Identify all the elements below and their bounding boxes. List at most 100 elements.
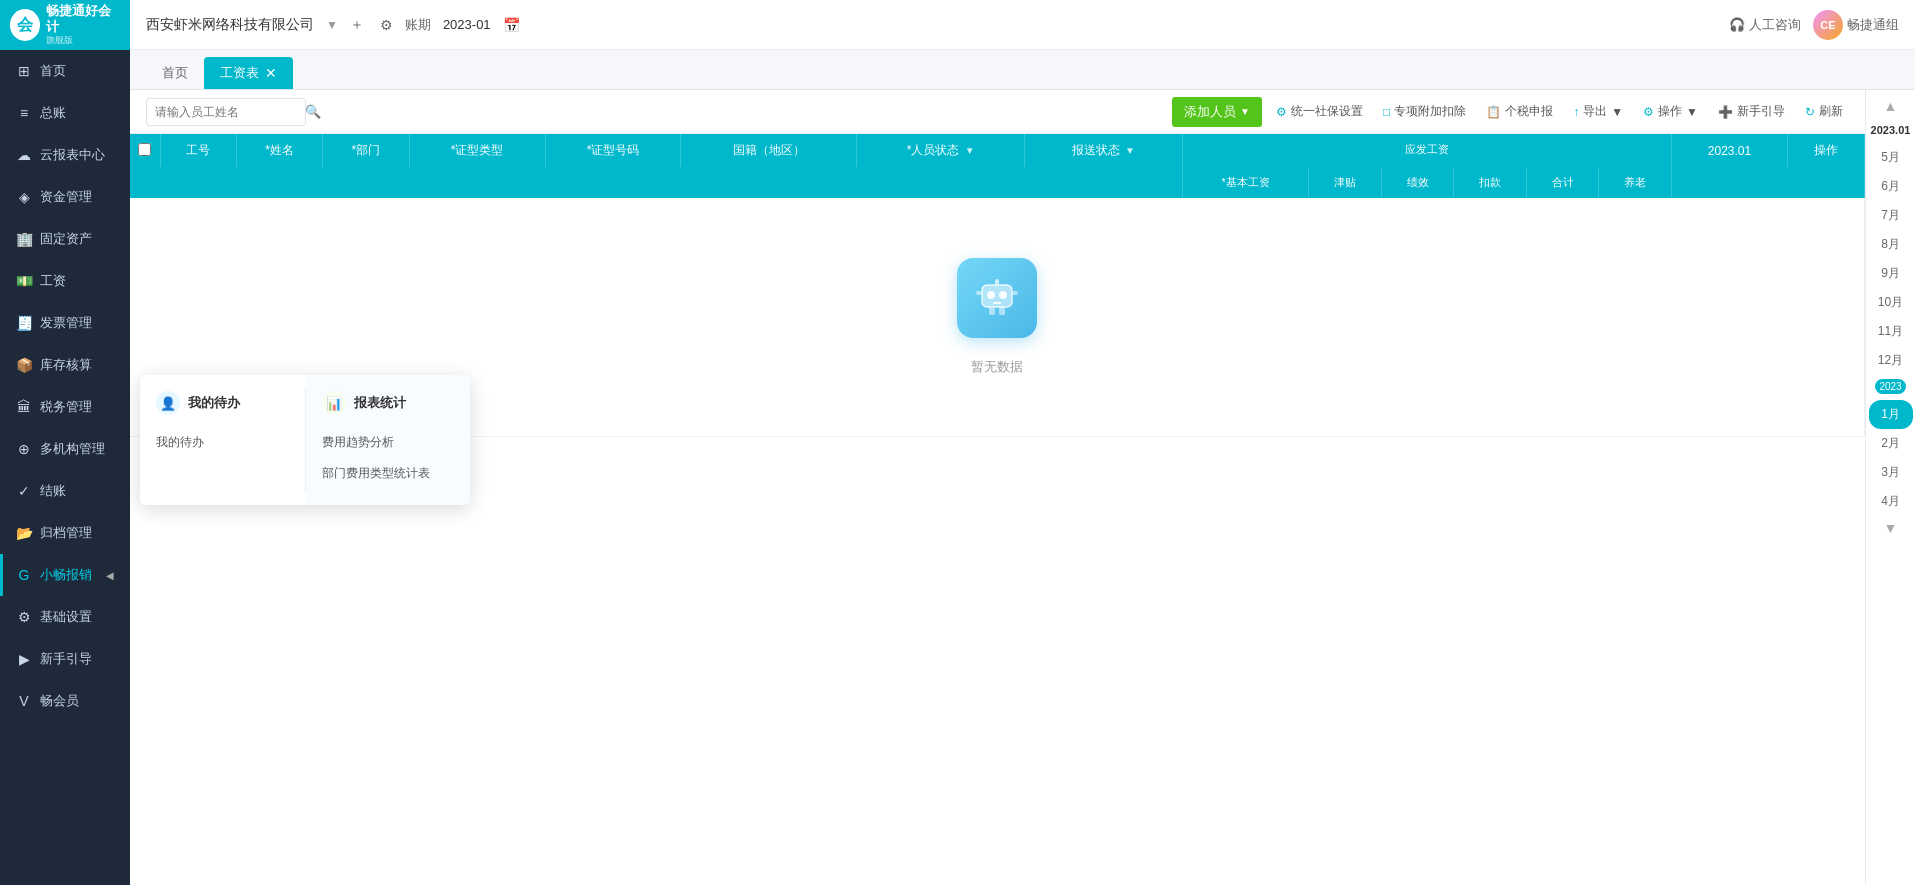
select-all-checkbox[interactable]	[138, 143, 151, 156]
month-7[interactable]: 7月	[1869, 201, 1913, 230]
multi-icon: ⊕	[16, 441, 32, 457]
headset-icon: 🎧	[1729, 17, 1745, 32]
sidebar-item-xiaochang[interactable]: G 小畅报销 ◀	[0, 554, 130, 596]
sidebar-item-salary[interactable]: 💵 工资	[0, 260, 130, 302]
popup-menu: 👤 我的待办 我的待办 📊 报表统计 费用趋势分析 部门费用类型统计表	[140, 375, 470, 505]
popup-item-trend[interactable]: 费用趋势分析	[322, 427, 455, 458]
sidebar-item-label: 归档管理	[40, 524, 92, 542]
status-filter-icon[interactable]: ▼	[965, 145, 975, 156]
th-id-no: *证型号码	[545, 134, 681, 167]
svg-rect-4	[995, 279, 999, 285]
operation-icon: ⚙	[1643, 105, 1654, 119]
social-security-btn[interactable]: ⚙ 统一社保设置	[1270, 97, 1369, 127]
social-security-icon: ⚙	[1276, 105, 1287, 119]
sidebar-item-assets[interactable]: 🏢 固定资产	[0, 218, 130, 260]
month-panel: ▲ 2023.01 5月 6月 7月 8月 9月 10月 11月 12月 202…	[1865, 90, 1915, 885]
sidebar-item-guide[interactable]: ▶ 新手引导	[0, 638, 130, 680]
user-name: 畅捷通组	[1847, 16, 1899, 34]
svg-point-1	[987, 291, 995, 299]
month-4[interactable]: 4月	[1869, 487, 1913, 516]
social-security-label: 统一社保设置	[1291, 103, 1363, 120]
th-dept: *部门	[323, 134, 409, 167]
newbie-guide-icon: ➕	[1718, 105, 1733, 119]
sidebar-item-archive[interactable]: 📂 归档管理	[0, 512, 130, 554]
th-deduct: 扣款	[1454, 167, 1526, 198]
report-filter-icon[interactable]: ▼	[1125, 145, 1135, 156]
search-input[interactable]	[155, 105, 305, 119]
period-value: 2023-01	[443, 17, 491, 32]
th-salary-group: 应发工资	[1182, 134, 1671, 167]
user-area[interactable]: CE 畅捷通组	[1813, 10, 1899, 40]
sidebar-item-label: 新手引导	[40, 650, 92, 668]
add-company-btn[interactable]: ＋	[346, 12, 368, 38]
sidebar-item-label: 结账	[40, 482, 66, 500]
month-8[interactable]: 8月	[1869, 230, 1913, 259]
tax-report-icon: 📋	[1486, 105, 1501, 119]
empty-illustration	[957, 258, 1037, 338]
tab-salary-label: 工资表	[220, 64, 259, 82]
popup-item-dept[interactable]: 部门费用类型统计表	[322, 458, 455, 489]
app-name: 畅捷通好会计	[46, 3, 120, 34]
sidebar-item-settings[interactable]: ⚙ 基础设置	[0, 596, 130, 638]
sidebar-item-label: 税务管理	[40, 398, 92, 416]
month-6[interactable]: 6月	[1869, 172, 1913, 201]
tab-salary[interactable]: 工资表 ✕	[204, 57, 293, 89]
logo-icon: 会	[10, 9, 40, 41]
company-dropdown-icon[interactable]: ▼	[326, 18, 338, 32]
sidebar-item-reports[interactable]: ☁ 云报表中心	[0, 134, 130, 176]
assets-icon: 🏢	[16, 231, 32, 247]
th-country: 国籍（地区）	[681, 134, 857, 167]
calendar-icon[interactable]: 📅	[499, 13, 524, 37]
sidebar-item-tax[interactable]: 🏛 税务管理	[0, 386, 130, 428]
month-11[interactable]: 11月	[1869, 317, 1913, 346]
sidebar-item-member[interactable]: V 畅会员	[0, 680, 130, 722]
th-checkbox[interactable]	[130, 134, 160, 167]
month-12[interactable]: 12月	[1869, 346, 1913, 375]
th-id-type: *证型类型	[409, 134, 545, 167]
month-10[interactable]: 10月	[1869, 288, 1913, 317]
operation-label: 操作	[1658, 103, 1682, 120]
robot-svg	[972, 273, 1022, 323]
sidebar: 会 畅捷通好会计 旗舰版 ⊞ 首页 ≡ 总账 ☁ 云报表中心 ◈ 资金管理 🏢 …	[0, 0, 130, 885]
month-5[interactable]: 5月	[1869, 143, 1913, 172]
th-status: *人员状态 ▼	[857, 134, 1024, 167]
sidebar-item-home[interactable]: ⊞ 首页	[0, 50, 130, 92]
sidebar-item-label: 发票管理	[40, 314, 92, 332]
sidebar-item-invoice[interactable]: 🧾 发票管理	[0, 302, 130, 344]
th-pension: 养老	[1599, 167, 1671, 198]
invoice-icon: 🧾	[16, 315, 32, 331]
sidebar-item-label: 畅会员	[40, 692, 79, 710]
month-3[interactable]: 3月	[1869, 458, 1913, 487]
month-1[interactable]: 1月	[1869, 400, 1913, 429]
sidebar-item-funds[interactable]: ◈ 资金管理	[0, 176, 130, 218]
empty-text: 暂无数据	[971, 358, 1023, 376]
month-panel-header: 2023.01	[1867, 118, 1915, 143]
member-icon: V	[16, 693, 32, 709]
sidebar-item-settle[interactable]: ✓ 结账	[0, 470, 130, 512]
month-next-btn[interactable]: ▼	[1869, 516, 1913, 540]
month-prev-btn[interactable]: ▲	[1869, 94, 1913, 118]
sidebar-item-inventory[interactable]: 📦 库存核算	[0, 344, 130, 386]
popup-right-icon: 📊	[322, 391, 346, 415]
month-9[interactable]: 9月	[1869, 259, 1913, 288]
newbie-guide-btn[interactable]: ➕ 新手引导	[1712, 97, 1791, 127]
refresh-btn[interactable]: ↻ 刷新	[1799, 97, 1849, 127]
export-btn[interactable]: ↑ 导出 ▼	[1567, 97, 1629, 127]
tab-home[interactable]: 首页	[146, 57, 204, 89]
tax-icon: 🏛	[16, 399, 32, 415]
tax-report-btn[interactable]: 📋 个税申报	[1480, 97, 1559, 127]
service-btn[interactable]: 🎧 人工咨询	[1729, 16, 1801, 34]
popup-item-todo[interactable]: 我的待办	[156, 427, 289, 458]
settings-btn[interactable]: ⚙	[376, 13, 397, 37]
th-total: 合计	[1526, 167, 1598, 198]
operation-btn[interactable]: ⚙ 操作 ▼	[1637, 97, 1704, 127]
home-icon: ⊞	[16, 63, 32, 79]
sidebar-item-ledger[interactable]: ≡ 总账	[0, 92, 130, 134]
popup-left-title: 👤 我的待办	[156, 391, 289, 415]
sidebar-item-multi[interactable]: ⊕ 多机构管理	[0, 428, 130, 470]
tab-close-btn[interactable]: ✕	[265, 65, 277, 81]
month-2[interactable]: 2月	[1869, 429, 1913, 458]
special-deduct-btn[interactable]: □ 专项附加扣除	[1377, 97, 1472, 127]
topbar-right: 🎧 人工咨询 CE 畅捷通组	[1729, 10, 1899, 40]
add-person-btn[interactable]: 添加人员 ▼	[1172, 97, 1262, 127]
